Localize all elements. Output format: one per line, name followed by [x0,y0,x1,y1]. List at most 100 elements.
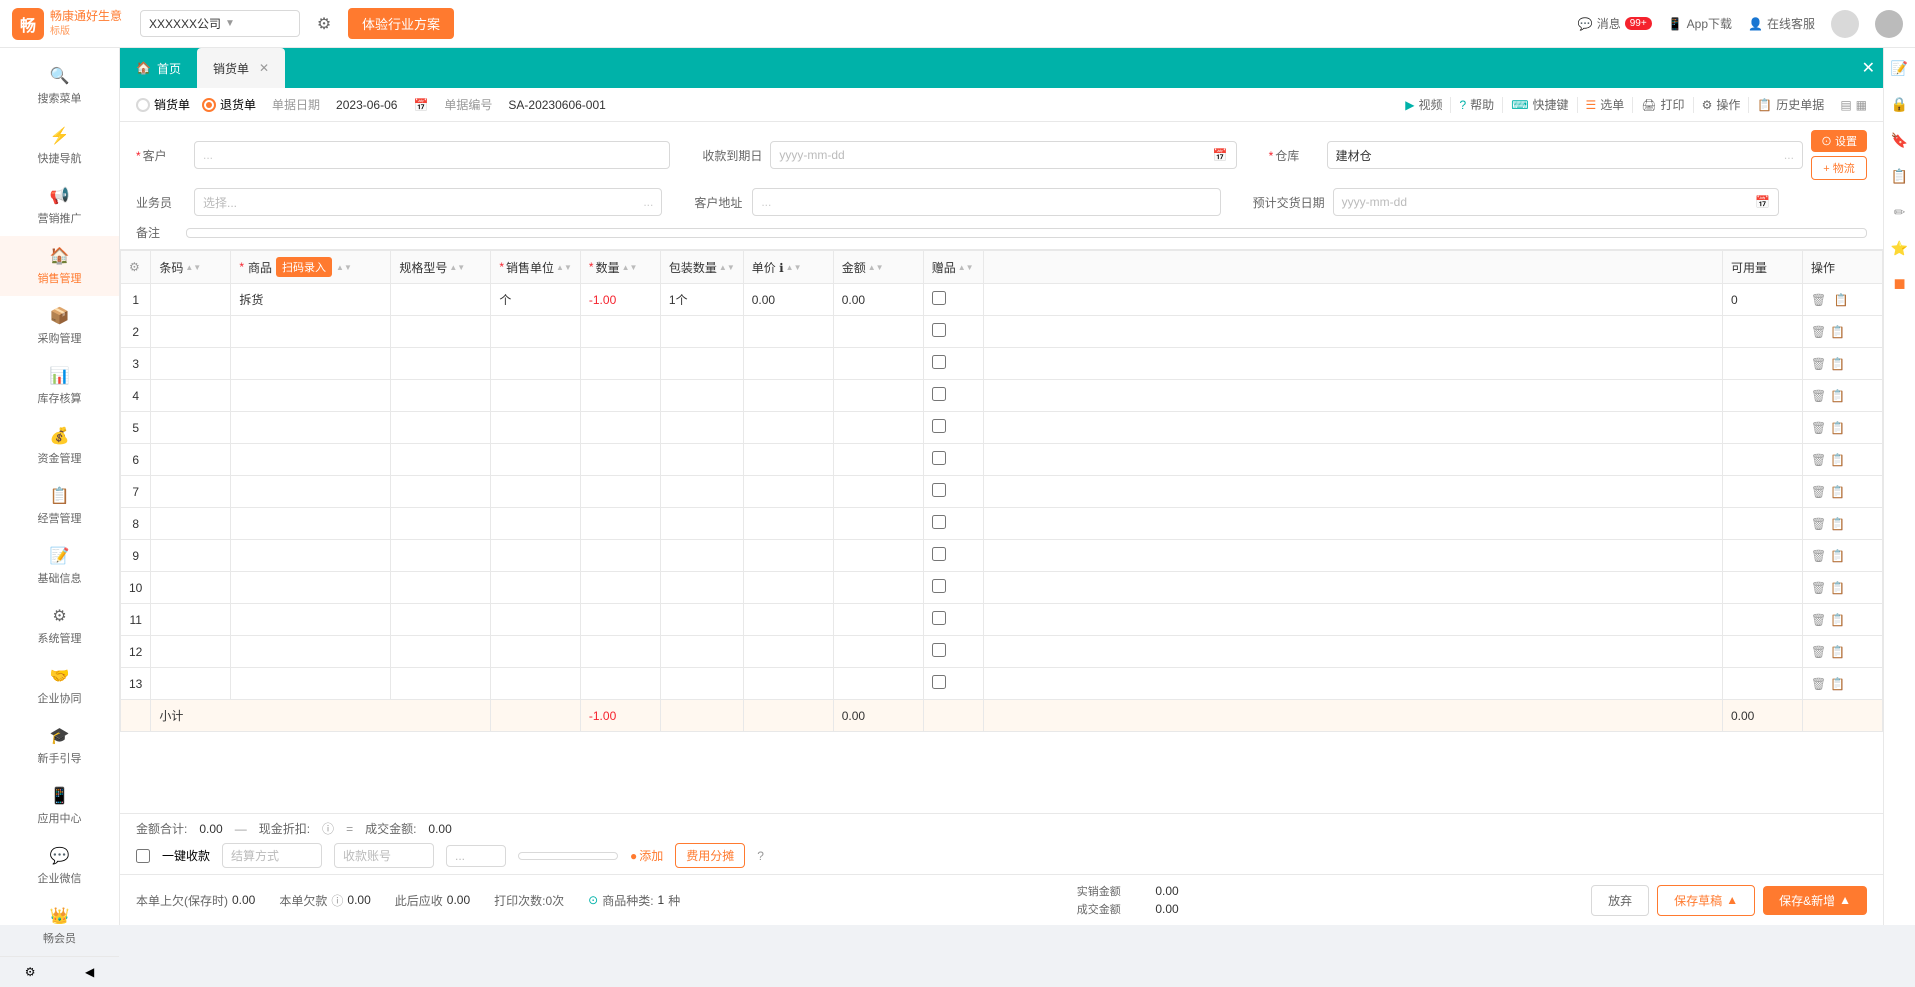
cell-unit-price[interactable]: 0.00 [743,284,833,316]
operation-action[interactable]: ⚙ 操作 [1702,96,1741,113]
app-download-button[interactable]: 📱 App下载 [1668,15,1732,32]
help-action[interactable]: ? 帮助 [1459,96,1494,113]
copy-icon[interactable]: 📋 [1830,485,1845,499]
scan-button[interactable]: 扫码录入 [276,257,332,277]
copy-icon[interactable]: 📋 [1830,581,1845,595]
sidebar-item-vip[interactable]: 👑 畅会员 [0,896,119,956]
right-panel-lock-icon[interactable]: 🔒 [1888,92,1912,116]
delete-icon[interactable]: 🗑 [1811,581,1826,595]
delete-icon[interactable]: 🗑 [1811,613,1826,627]
customer-input[interactable]: ... [194,141,670,169]
sidebar-settings-icon[interactable]: ⚙ [25,965,36,979]
sidebar-item-business[interactable]: 📋 经营管理 [0,476,119,536]
cell-amount[interactable]: 0.00 [833,284,923,316]
delete-icon[interactable]: 🗑 [1811,357,1826,371]
receipt-date-input[interactable]: yyyy-mm-dd 📅 [770,141,1236,169]
sidebar-item-quick-nav[interactable]: ⚡ 快捷导航 [0,116,119,176]
copy-icon[interactable]: 📋 [1830,357,1845,371]
right-panel-orange-icon[interactable]: ■ [1888,272,1912,296]
gift-checkbox[interactable] [932,579,946,593]
one-click-pay-checkbox[interactable] [136,849,150,863]
shortcut-action[interactable]: ⌨ 快捷键 [1511,96,1568,113]
gift-checkbox[interactable] [932,451,946,465]
right-panel-clipboard-icon[interactable]: 📋 [1888,164,1912,188]
gift-checkbox[interactable] [932,291,946,305]
copy-icon[interactable]: 📋 [1834,293,1849,307]
delete-icon[interactable]: 🗑 [1811,293,1826,307]
delete-icon[interactable]: 🗑 [1811,517,1826,531]
gift-checkbox[interactable] [932,419,946,433]
address-input[interactable]: ... [752,188,1220,216]
sidebar-item-finance[interactable]: 💰 资金管理 [0,416,119,476]
copy-icon[interactable]: 📋 [1830,549,1845,563]
right-panel-notes-icon[interactable]: 📝 [1888,56,1912,80]
settings-gear-button[interactable]: ⚙ [308,8,340,40]
gift-checkbox[interactable] [932,323,946,337]
amount-input[interactable]: ... [446,845,506,867]
select-action[interactable]: ☰ 选单 [1586,96,1625,113]
date-calendar-icon[interactable]: 📅 [413,98,428,112]
amount-field[interactable] [518,852,618,860]
company-select[interactable]: XXXXXX公司 ▼ [140,10,300,37]
receipt-cal-icon[interactable]: 📅 [1213,148,1228,162]
save-draft-button[interactable]: 保存草稿 ▲ [1657,885,1755,916]
delivery-date-input[interactable]: yyyy-mm-dd 📅 [1333,188,1779,216]
gift-checkbox[interactable] [932,387,946,401]
delete-icon[interactable]: 🗑 [1811,421,1826,435]
gift-checkbox[interactable] [932,483,946,497]
online-service-button[interactable]: 👤 在线客服 [1748,15,1815,32]
delete-icon[interactable]: 🗑 [1811,677,1826,691]
sidebar-item-purchase[interactable]: 📦 采购管理 [0,296,119,356]
right-panel-edit-icon[interactable]: ✏ [1888,200,1912,224]
calc-method-select[interactable]: 结算方式 [222,843,322,868]
copy-icon[interactable]: 📋 [1830,389,1845,403]
sidebar-item-sales[interactable]: 🏠 销售管理 [0,236,119,296]
remark-input[interactable] [186,228,1867,238]
sidebar-item-guide[interactable]: 🎓 新手引导 [0,716,119,776]
tab-sales-order[interactable]: 销货单 ✕ [197,48,285,88]
sidebar-item-enterprise[interactable]: 🤝 企业协同 [0,656,119,716]
close-window-icon[interactable]: ✕ [1862,60,1875,77]
table-gear-icon[interactable]: ⚙ [129,260,140,274]
gift-checkbox[interactable] [932,675,946,689]
sidebar-item-appcenter[interactable]: 📱 应用中心 [0,776,119,836]
cell-gift[interactable] [923,284,983,316]
abandon-button[interactable]: 放弃 [1591,885,1649,916]
video-action[interactable]: ▶ 视频 [1405,96,1442,113]
account-select[interactable]: 收款账号 [334,843,434,868]
tab-close-icon[interactable]: ✕ [259,61,269,75]
cell-qty[interactable]: -1.00 [580,284,660,316]
gift-checkbox[interactable] [932,515,946,529]
gift-checkbox[interactable] [932,643,946,657]
sidebar-item-marketing[interactable]: 📢 营销推广 [0,176,119,236]
gift-checkbox[interactable] [932,355,946,369]
settings-button[interactable]: ⊙ 设置 [1811,130,1867,152]
cell-unit[interactable]: 个 [491,284,581,316]
warehouse-input[interactable]: 建材仓 ... [1327,141,1803,169]
message-button[interactable]: 💬 消息 99+ [1578,15,1652,32]
copy-icon[interactable]: 📋 [1830,613,1845,627]
radio-return-order[interactable]: 退货单 [202,96,256,113]
right-panel-bookmark-icon[interactable]: 🔖 [1888,128,1912,152]
copy-icon[interactable]: 📋 [1830,517,1845,531]
cell-spec[interactable] [391,284,491,316]
logistics-button[interactable]: + 物流 [1811,156,1867,180]
copy-icon[interactable]: 📋 [1830,453,1845,467]
tab-home[interactable]: 🏠 首页 [120,48,197,88]
delete-icon[interactable]: 🗑 [1811,325,1826,339]
sidebar-item-search[interactable]: 🔍 搜索菜单 [0,56,119,116]
radio-sales-order[interactable]: 销货单 [136,96,190,113]
view-grid-icon[interactable]: ▦ [1856,98,1867,112]
salesperson-input[interactable]: 选择... ... [194,188,662,216]
delete-icon[interactable]: 🗑 [1811,645,1826,659]
right-panel-star-icon[interactable]: ⭐ [1888,236,1912,260]
copy-icon[interactable]: 📋 [1830,325,1845,339]
save-new-button[interactable]: 保存&新增 ▲ [1763,886,1867,915]
gift-checkbox[interactable] [932,611,946,625]
sidebar-item-corpwechat[interactable]: 💬 企业微信 [0,836,119,896]
delivery-cal-icon[interactable]: 📅 [1755,195,1770,209]
sidebar-collapse-icon[interactable]: ◀ [85,965,94,979]
sidebar-item-system[interactable]: ⚙ 系统管理 [0,596,119,656]
print-action[interactable]: 🖨 打印 [1641,96,1684,113]
history-action[interactable]: 📋 历史单据 [1757,96,1824,113]
